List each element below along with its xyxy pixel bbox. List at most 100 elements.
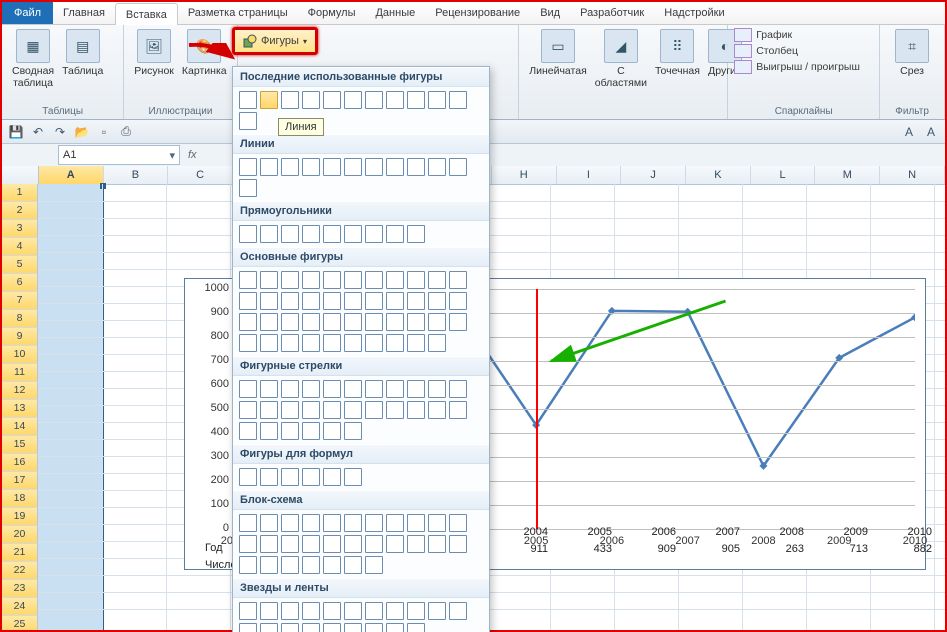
shape-item[interactable] — [281, 225, 299, 243]
shape-item[interactable] — [386, 271, 404, 289]
shape-item[interactable] — [239, 334, 257, 352]
shape-item[interactable] — [260, 514, 278, 532]
shape-item[interactable] — [449, 313, 467, 331]
cell-year[interactable]: 2007 — [680, 524, 744, 541]
row-header[interactable]: 3 — [2, 220, 38, 238]
shape-item[interactable] — [260, 271, 278, 289]
shape-item[interactable] — [302, 623, 320, 632]
shape-item[interactable] — [323, 271, 341, 289]
row-header[interactable]: 14 — [2, 418, 38, 436]
shape-item[interactable] — [428, 602, 446, 620]
col-header-A[interactable]: A — [39, 166, 104, 184]
tab-formulas[interactable]: Формулы — [298, 2, 366, 24]
tab-addins[interactable]: Надстройки — [654, 2, 734, 24]
col-header-N[interactable]: N — [880, 166, 945, 184]
shape-item[interactable] — [302, 380, 320, 398]
shape-item[interactable] — [449, 158, 467, 176]
tab-developer[interactable]: Разработчик — [570, 2, 654, 24]
tab-data[interactable]: Данные — [365, 2, 425, 24]
shape-item[interactable] — [239, 401, 257, 419]
shape-item[interactable] — [281, 91, 299, 109]
row-header[interactable]: 13 — [2, 400, 38, 418]
shape-item[interactable] — [407, 380, 425, 398]
shape-item[interactable] — [365, 380, 383, 398]
shape-item[interactable] — [407, 225, 425, 243]
row-header[interactable]: 4 — [2, 238, 38, 256]
pivot-table-button[interactable]: ▦Сводная таблица — [8, 27, 58, 91]
shapes-dropdown-button[interactable]: Фигуры▾ — [232, 27, 318, 55]
shape-item[interactable] — [260, 602, 278, 620]
tab-view[interactable]: Вид — [530, 2, 570, 24]
tab-home[interactable]: Главная — [53, 2, 115, 24]
row-header[interactable]: 17 — [2, 472, 38, 490]
scatter-chart-button[interactable]: ⠿Точечная — [651, 27, 704, 91]
shape-item[interactable] — [281, 313, 299, 331]
shape-item[interactable] — [260, 422, 278, 440]
shape-item[interactable] — [260, 225, 278, 243]
shape-item[interactable] — [302, 158, 320, 176]
shape-item[interactable] — [302, 334, 320, 352]
qat-btn[interactable]: A — [921, 122, 941, 142]
shape-item[interactable] — [365, 91, 383, 109]
cell-count[interactable]: 433 — [552, 541, 616, 558]
name-box[interactable]: A1▾ — [58, 145, 180, 165]
row-header[interactable]: 1 — [2, 184, 38, 202]
row-header[interactable]: 20 — [2, 526, 38, 544]
shape-item[interactable] — [281, 535, 299, 553]
col-header-K[interactable]: K — [686, 166, 751, 184]
shape-item[interactable] — [302, 514, 320, 532]
cell-year[interactable]: 2010 — [872, 524, 936, 541]
row-header[interactable]: 25 — [2, 616, 38, 630]
shape-item[interactable] — [323, 313, 341, 331]
row-header[interactable]: 15 — [2, 436, 38, 454]
shape-item[interactable] — [386, 292, 404, 310]
sparkline-line[interactable]: График — [734, 27, 873, 43]
row-header[interactable]: 21 — [2, 544, 38, 562]
shape-item[interactable] — [239, 535, 257, 553]
shape-item[interactable] — [281, 380, 299, 398]
shape-item[interactable] — [365, 225, 383, 243]
shape-item[interactable] — [344, 225, 362, 243]
shape-item[interactable] — [449, 401, 467, 419]
cell-count[interactable]: 909 — [616, 541, 680, 558]
shape-item[interactable] — [428, 514, 446, 532]
picture-button[interactable]: 🖼Рисунок — [130, 27, 178, 79]
shape-item[interactable] — [407, 514, 425, 532]
shape-item[interactable] — [365, 602, 383, 620]
shape-item[interactable] — [407, 271, 425, 289]
shape-item[interactable] — [302, 292, 320, 310]
shape-item[interactable] — [428, 401, 446, 419]
row-header[interactable]: 8 — [2, 310, 38, 328]
row-header[interactable]: 23 — [2, 580, 38, 598]
shape-item[interactable] — [239, 602, 257, 620]
shape-item[interactable] — [344, 556, 362, 574]
shape-item[interactable] — [260, 535, 278, 553]
row-header[interactable]: 22 — [2, 562, 38, 580]
shape-item[interactable] — [323, 401, 341, 419]
shape-item[interactable] — [365, 313, 383, 331]
shape-item[interactable] — [323, 158, 341, 176]
col-header-H[interactable]: H — [492, 166, 557, 184]
shape-item[interactable] — [365, 334, 383, 352]
file-tab[interactable]: Файл — [2, 2, 53, 24]
shape-item[interactable] — [239, 179, 257, 197]
shape-item[interactable] — [323, 91, 341, 109]
cell-count[interactable]: 882 — [872, 541, 936, 558]
shape-item[interactable] — [344, 401, 362, 419]
shape-item[interactable] — [323, 602, 341, 620]
qat-print-icon[interactable]: ⎙ — [116, 122, 136, 142]
shape-item[interactable] — [344, 422, 362, 440]
shape-item[interactable] — [344, 292, 362, 310]
shape-item[interactable] — [239, 225, 257, 243]
shape-item[interactable] — [260, 313, 278, 331]
row-header[interactable]: 2 — [2, 202, 38, 220]
shape-item[interactable] — [260, 556, 278, 574]
shape-item[interactable] — [428, 313, 446, 331]
shape-item[interactable] — [344, 313, 362, 331]
shape-item[interactable] — [302, 422, 320, 440]
shape-item[interactable] — [302, 468, 320, 486]
shape-item[interactable] — [281, 556, 299, 574]
tab-insert[interactable]: Вставка — [115, 3, 178, 25]
col-header-J[interactable]: J — [621, 166, 686, 184]
fx-icon[interactable]: fx — [188, 149, 197, 161]
